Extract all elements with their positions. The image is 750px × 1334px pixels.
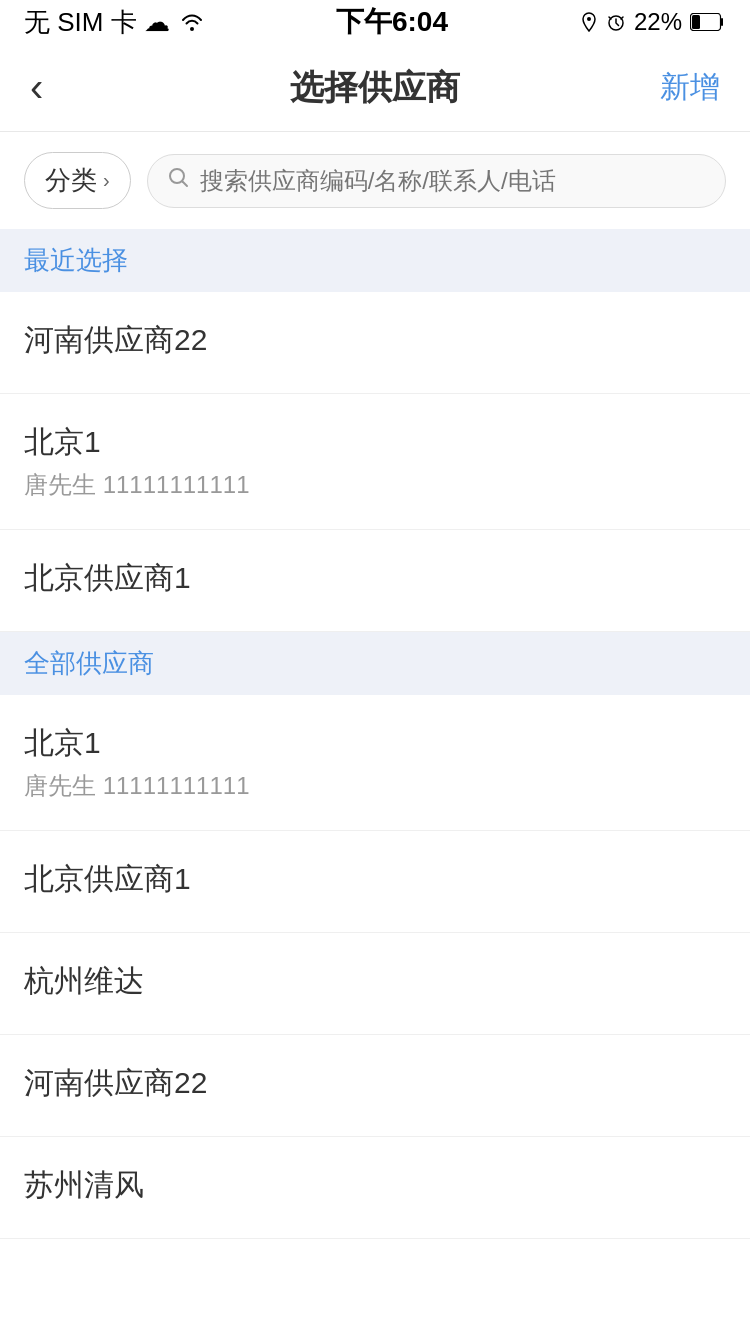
category-label: 分类	[45, 163, 97, 198]
status-bar: 无 SIM 卡 ☁ 下午6:04 22%	[0, 0, 750, 44]
list-item[interactable]: 河南供应商22	[0, 292, 750, 394]
list-item[interactable]: 苏州清风	[0, 1137, 750, 1239]
search-bar[interactable]	[147, 154, 726, 208]
list-item[interactable]: 河南供应商22	[0, 1035, 750, 1137]
item-name: 河南供应商22	[24, 320, 726, 361]
item-name: 苏州清风	[24, 1165, 726, 1206]
item-name: 北京供应商1	[24, 859, 726, 900]
item-name: 北京供应商1	[24, 558, 726, 599]
search-icon	[168, 167, 190, 195]
add-button[interactable]: 新增	[660, 67, 720, 108]
wifi-icon	[180, 13, 204, 31]
all-section-header: 全部供应商	[0, 632, 750, 695]
all-items-list: 北京1 唐先生 11111111111 北京供应商1 杭州维达河南供应商22 苏州清风	[0, 695, 750, 1239]
item-name: 河南供应商22	[24, 1063, 726, 1104]
nav-bar: ‹ 选择供应商 新增	[0, 44, 750, 132]
alarm-icon	[606, 12, 626, 32]
recent-section-header: 最近选择	[0, 229, 750, 292]
status-right: 22%	[580, 8, 726, 36]
item-name: 杭州维达	[24, 961, 726, 1002]
list-item[interactable]: 杭州维达	[0, 933, 750, 1035]
category-button[interactable]: 分类 ›	[24, 152, 131, 209]
recent-section-label: 最近选择	[24, 245, 128, 275]
search-input[interactable]	[200, 167, 705, 195]
item-name: 北京1	[24, 422, 726, 463]
chevron-right-icon: ›	[103, 169, 110, 192]
all-section-label: 全部供应商	[24, 648, 154, 678]
svg-point-0	[587, 17, 591, 21]
item-sub: 唐先生 11111111111	[24, 770, 726, 802]
svg-rect-3	[692, 15, 700, 29]
list-item[interactable]: 北京1 唐先生 11111111111	[0, 394, 750, 530]
battery-percent: 22%	[634, 8, 682, 36]
status-time: 下午6:04	[336, 3, 448, 41]
list-item[interactable]: 北京供应商1	[0, 530, 750, 632]
item-name: 北京1	[24, 723, 726, 764]
page-title: 选择供应商	[290, 65, 460, 111]
list-item[interactable]: 北京1 唐先生 11111111111	[0, 695, 750, 831]
item-sub: 唐先生 11111111111	[24, 469, 726, 501]
location-icon	[580, 12, 598, 32]
recent-items-list: 河南供应商22 北京1 唐先生 11111111111 北京供应商1	[0, 292, 750, 632]
battery-icon	[690, 13, 726, 31]
status-left: 无 SIM 卡 ☁	[24, 5, 204, 40]
filter-bar: 分类 ›	[0, 132, 750, 229]
list-item[interactable]: 北京供应商1	[0, 831, 750, 933]
sim-status: 无 SIM 卡 ☁	[24, 5, 170, 40]
back-button[interactable]: ‹	[30, 65, 90, 110]
